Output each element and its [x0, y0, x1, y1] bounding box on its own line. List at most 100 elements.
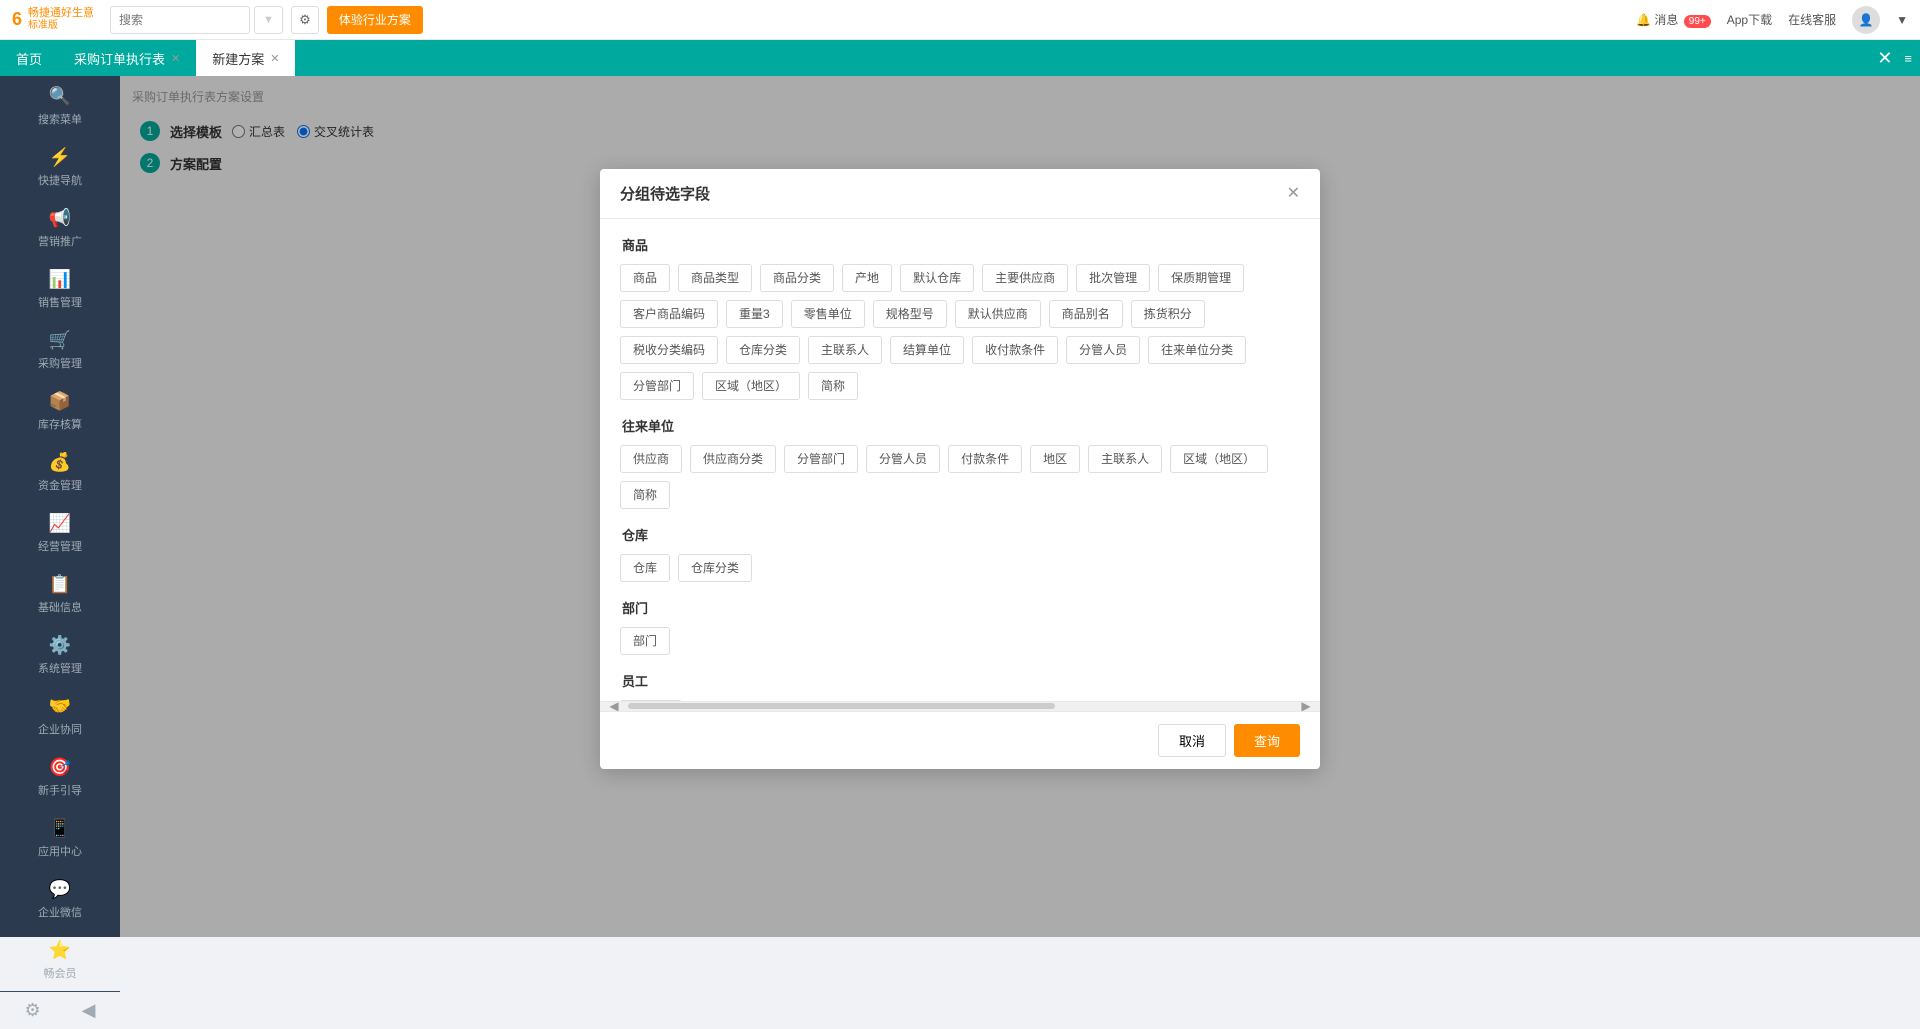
- modal-close-icon[interactable]: ✕: [1287, 183, 1300, 203]
- sidebar-item-label-wechat: 企业微信: [38, 904, 82, 920]
- tag-批次管理[interactable]: 批次管理: [1076, 264, 1150, 292]
- tag-分管人员[interactable]: 分管人员: [866, 445, 940, 473]
- scroll-thumb[interactable]: [628, 703, 1055, 709]
- tag-主联系人[interactable]: 主联系人: [808, 336, 882, 364]
- gear-icon[interactable]: ⚙: [291, 6, 319, 34]
- tag-产地[interactable]: 产地: [842, 264, 892, 292]
- topbar-menu-icon[interactable]: ≡: [1904, 51, 1912, 66]
- tag-收付款条件[interactable]: 收付款条件: [972, 336, 1058, 364]
- app-logo-text: 畅捷通好生意标准版: [28, 7, 94, 32]
- tag-拣货积分[interactable]: 拣货积分: [1131, 300, 1205, 328]
- tag-供应商分类[interactable]: 供应商分类: [690, 445, 776, 473]
- sidebar-item-label-marketing: 营销推广: [38, 233, 82, 249]
- tag-零售单位[interactable]: 零售单位: [791, 300, 865, 328]
- tag-地区[interactable]: 地区: [1030, 445, 1080, 473]
- app-logo-icon: 6: [12, 9, 22, 30]
- tag-仓库[interactable]: 仓库: [620, 554, 670, 582]
- tag-分管部门[interactable]: 分管部门: [784, 445, 858, 473]
- tag-简称[interactable]: 简称: [808, 372, 858, 400]
- tag-商品别名[interactable]: 商品别名: [1049, 300, 1123, 328]
- tag-分管部门[interactable]: 分管部门: [620, 372, 694, 400]
- wechat-icon: 💬: [49, 879, 71, 900]
- topbar: 首页 采购订单执行表 ✕ 新建方案 ✕ ✕ ≡: [0, 40, 1920, 76]
- tag-仓库分类[interactable]: 仓库分类: [726, 336, 800, 364]
- section-title-department: 部门: [620, 598, 1300, 617]
- sidebar-settings-icon[interactable]: ⚙: [25, 1000, 41, 1021]
- tag-供应商[interactable]: 供应商: [620, 445, 682, 473]
- guide-icon: 🎯: [49, 757, 71, 778]
- tag-规格型号[interactable]: 规格型号: [873, 300, 947, 328]
- tag-分管人员[interactable]: 分管人员: [1066, 336, 1140, 364]
- tab-purchase-list-close[interactable]: ✕: [171, 52, 180, 65]
- sidebar-item-corp[interactable]: 🤝 企业协同: [0, 686, 120, 747]
- experience-btn[interactable]: 体验行业方案: [327, 6, 423, 34]
- header: 6 畅捷通好生意标准版 ▼ ⚙ 体验行业方案 🔔 消息 99+ App下载 在线…: [0, 0, 1920, 40]
- sidebar-item-marketing[interactable]: 📢 营销推广: [0, 198, 120, 259]
- modal-horizontal-scrollbar[interactable]: ◀ ▶: [600, 701, 1320, 711]
- sidebar-item-wechat[interactable]: 💬 企业微信: [0, 869, 120, 930]
- header-search-input[interactable]: [110, 6, 250, 34]
- tag-结算单位[interactable]: 结算单位: [890, 336, 964, 364]
- app-download-link[interactable]: App下载: [1727, 11, 1772, 28]
- tab-purchase-list[interactable]: 采购订单执行表 ✕: [58, 40, 196, 76]
- avatar[interactable]: 👤: [1852, 6, 1880, 34]
- section-partner: 往来单位供应商供应商分类分管部门分管人员付款条件地区主联系人区域（地区）简称: [620, 416, 1300, 509]
- sidebar-item-label-guide: 新手引导: [38, 782, 82, 798]
- tag-主要供应商[interactable]: 主要供应商: [982, 264, 1068, 292]
- apps-icon: 📱: [49, 818, 71, 839]
- tag-商品分类[interactable]: 商品分类: [760, 264, 834, 292]
- sidebar-item-label-basic: 基础信息: [38, 599, 82, 615]
- user-settings-icon[interactable]: ▼: [1896, 13, 1908, 27]
- sidebar-item-sales[interactable]: 📊 销售管理: [0, 259, 120, 320]
- tag-税收分类编码[interactable]: 税收分类编码: [620, 336, 718, 364]
- sidebar-item-system[interactable]: ⚙️ 系统管理: [0, 625, 120, 686]
- notification-icon: 🔔: [1636, 13, 1651, 27]
- system-icon: ⚙️: [49, 635, 71, 656]
- tag-部门[interactable]: 部门: [620, 627, 670, 655]
- tab-home[interactable]: 首页: [0, 40, 58, 76]
- purchase-icon: 🛒: [49, 330, 71, 351]
- sidebar-collapse-icon[interactable]: ◀: [82, 1000, 96, 1021]
- notification-area[interactable]: 🔔 消息 99+: [1636, 11, 1711, 28]
- header-dropdown[interactable]: ▼: [254, 6, 283, 34]
- sidebar-item-finance[interactable]: 💰 资金管理: [0, 442, 120, 503]
- close-all-tabs-icon[interactable]: ✕: [1877, 48, 1892, 69]
- tag-group-partner: 供应商供应商分类分管部门分管人员付款条件地区主联系人区域（地区） 简称: [620, 445, 1300, 509]
- tag-重量3[interactable]: 重量3: [726, 300, 783, 328]
- tag-仓库分类[interactable]: 仓库分类: [678, 554, 752, 582]
- cancel-button[interactable]: 取消: [1158, 724, 1226, 757]
- tag-简称[interactable]: 简称: [620, 481, 670, 509]
- tag-商品[interactable]: 商品: [620, 264, 670, 292]
- tag-客户商品编码[interactable]: 客户商品编码: [620, 300, 718, 328]
- modal-header: 分组待选字段 ✕: [600, 169, 1320, 219]
- sidebar-item-member[interactable]: ⭐ 畅会员: [0, 930, 120, 991]
- tag-主联系人[interactable]: 主联系人: [1088, 445, 1162, 473]
- tag-保质期管理[interactable]: 保质期管理: [1158, 264, 1244, 292]
- online-service-link[interactable]: 在线客服: [1788, 11, 1836, 28]
- tab-new-scheme-close[interactable]: ✕: [270, 52, 279, 65]
- tag-往来单位分类[interactable]: 往来单位分类: [1148, 336, 1246, 364]
- sidebar-item-label-quick-nav: 快捷导航: [38, 172, 82, 188]
- sidebar-item-inventory[interactable]: 📦 库存核算: [0, 381, 120, 442]
- modal-body: 商品商品商品类型商品分类产地默认仓库主要供应商批次管理保质期管理客户商品编码重量…: [600, 219, 1320, 701]
- sidebar-item-search-menu[interactable]: 🔍 搜索菜单: [0, 76, 120, 137]
- sidebar-item-apps[interactable]: 📱 应用中心: [0, 808, 120, 869]
- sidebar: 🔍 搜索菜单 ⚡ 快捷导航 📢 营销推广 📊 销售管理 🛒 采购管理 📦 库存核…: [0, 76, 120, 937]
- sidebar-item-operation[interactable]: 📈 经营管理: [0, 503, 120, 564]
- sidebar-item-guide[interactable]: 🎯 新手引导: [0, 747, 120, 808]
- sidebar-item-quick-nav[interactable]: ⚡ 快捷导航: [0, 137, 120, 198]
- corp-icon: 🤝: [49, 696, 71, 717]
- tab-new-scheme[interactable]: 新建方案 ✕: [196, 40, 295, 76]
- tab-home-label: 首页: [16, 49, 42, 68]
- section-goods: 商品商品商品类型商品分类产地默认仓库主要供应商批次管理保质期管理客户商品编码重量…: [620, 235, 1300, 400]
- tag-默认仓库[interactable]: 默认仓库: [900, 264, 974, 292]
- sidebar-item-purchase[interactable]: 🛒 采购管理: [0, 320, 120, 381]
- tag-区域（地区）[interactable]: 区域（地区）: [702, 372, 800, 400]
- tag-付款条件[interactable]: 付款条件: [948, 445, 1022, 473]
- sidebar-item-basic[interactable]: 📋 基础信息: [0, 564, 120, 625]
- tag-默认供应商[interactable]: 默认供应商: [955, 300, 1041, 328]
- sidebar-item-label-finance: 资金管理: [38, 477, 82, 493]
- tag-区域（地区）[interactable]: 区域（地区）: [1170, 445, 1268, 473]
- confirm-button[interactable]: 查询: [1234, 724, 1300, 757]
- tag-商品类型[interactable]: 商品类型: [678, 264, 752, 292]
